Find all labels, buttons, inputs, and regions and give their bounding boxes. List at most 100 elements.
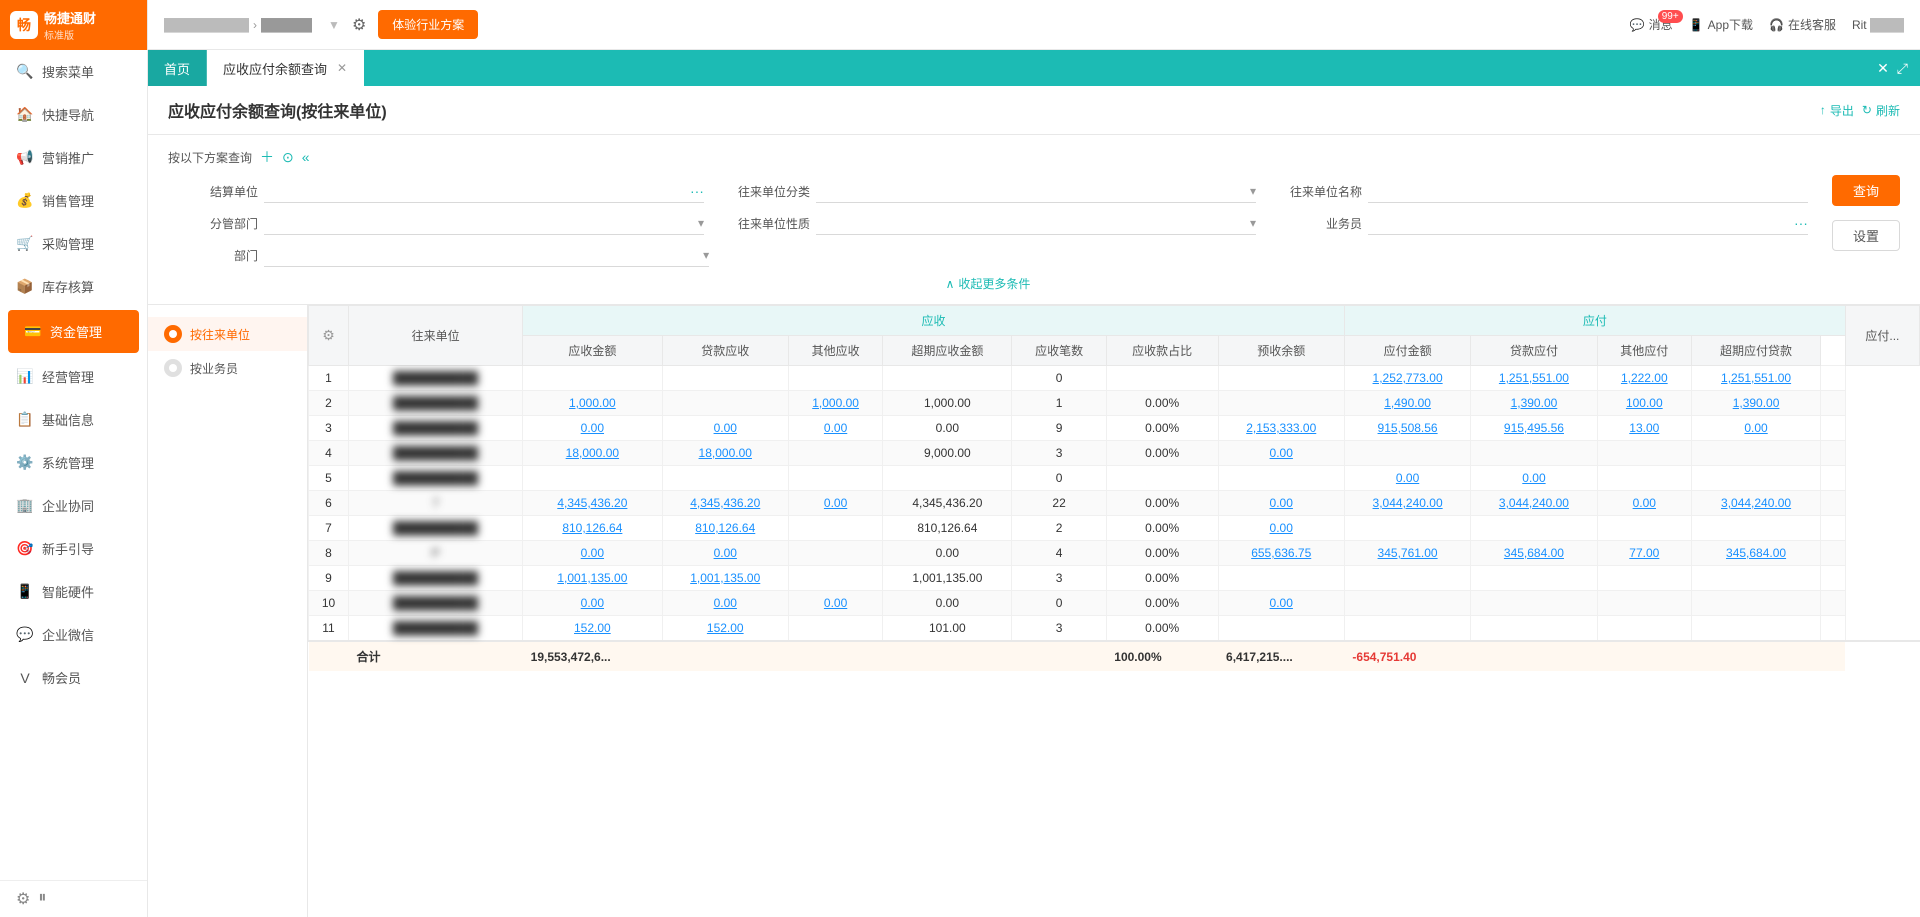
unit-category-input[interactable]: ▾ [816, 179, 1256, 203]
breadcrumb-chevron[interactable]: ▼ [328, 18, 340, 32]
gear-icon[interactable]: ⚙ [352, 15, 366, 35]
cell-overdue-ap[interactable]: 1,390.00 [1691, 391, 1820, 416]
tab-ar-ap[interactable]: 应收应付余额查询 ✕ [207, 50, 364, 86]
sidebar-item-newbie[interactable]: 🎯 新手引导 [0, 527, 147, 570]
cell-other-ap[interactable]: 0.00 [1597, 491, 1691, 516]
cell-other-ar[interactable]: 0.00 [788, 416, 882, 441]
cell-other-ap[interactable]: 77.00 [1597, 541, 1691, 566]
cell-other-ap[interactable]: 100.00 [1597, 391, 1691, 416]
salesman-input[interactable]: ··· [1368, 211, 1808, 235]
sidebar-item-base-info[interactable]: 📋 基础信息 [0, 398, 147, 441]
dept-input[interactable]: ▾ [264, 211, 704, 235]
footer-ar-amount[interactable]: 19,553,472,6... [523, 641, 662, 671]
sidebar-item-system[interactable]: ⚙️ 系统管理 [0, 441, 147, 484]
table-settings-icon[interactable]: ⚙ [322, 327, 335, 343]
cell-loan-ar[interactable]: 0.00 [662, 591, 788, 616]
cell-ap-amount[interactable]: 3,044,240.00 [1344, 491, 1470, 516]
settlement-unit-dots[interactable]: ··· [690, 183, 704, 199]
cell-loan-ar[interactable]: 1,001,135.00 [662, 566, 788, 591]
tab-home[interactable]: 首页 [148, 50, 207, 86]
online-service-button[interactable]: 🎧 在线客服 [1769, 16, 1836, 33]
cell-ap-amount[interactable]: 1,252,773.00 [1344, 366, 1470, 391]
cell-prepay[interactable]: 0.00 [1218, 441, 1344, 466]
query-button[interactable]: 查询 [1832, 175, 1900, 206]
cell-ar-amount[interactable]: 1,001,135.00 [523, 566, 662, 591]
cell-ar-amount[interactable]: 0.00 [523, 541, 662, 566]
cell-overdue-ap[interactable]: 345,684.00 [1691, 541, 1820, 566]
footer-prepay[interactable]: 6,417,215.... [1218, 641, 1344, 671]
cell-other-ar[interactable]: 0.00 [788, 591, 882, 616]
table-container[interactable]: ⚙ 往来单位 应收 应付 应付... 应收金额 贷款应收 其他应收 [308, 305, 1920, 917]
sidebar-item-marketing[interactable]: 📢 营销推广 [0, 136, 147, 179]
app-download-button[interactable]: 📱 App下载 [1689, 16, 1753, 33]
cell-prepay[interactable]: 0.00 [1218, 591, 1344, 616]
sidebar-item-quick-nav[interactable]: 🏠 快捷导航 [0, 93, 147, 136]
unit-name-input[interactable] [1368, 179, 1808, 203]
sidebar-item-sales[interactable]: 💰 销售管理 [0, 179, 147, 222]
maximize-button[interactable]: ⤢ [1897, 60, 1908, 77]
cell-ap-amount[interactable]: 1,490.00 [1344, 391, 1470, 416]
settlement-unit-input[interactable]: ··· [264, 179, 704, 203]
left-panel-item-by-unit[interactable]: 按往来单位 [148, 317, 307, 351]
cell-prepay[interactable]: 0.00 [1218, 516, 1344, 541]
cell-loan-ar[interactable]: 0.00 [662, 416, 788, 441]
th-settings[interactable]: ⚙ [309, 306, 349, 366]
settings-button[interactable]: 设置 [1832, 220, 1900, 251]
cell-loan-ap[interactable]: 3,044,240.00 [1471, 491, 1597, 516]
filter-target-button[interactable]: ⊙ [282, 149, 294, 166]
cell-ap-amount[interactable]: 915,508.56 [1344, 416, 1470, 441]
cell-loan-ap[interactable]: 915,495.56 [1471, 416, 1597, 441]
filter-collapse-button[interactable]: « [302, 149, 310, 165]
solution-button[interactable]: 体验行业方案 [378, 10, 478, 39]
refresh-button[interactable]: ↻ 刷新 [1862, 102, 1900, 119]
cell-ar-amount[interactable]: 152.00 [523, 616, 662, 642]
left-panel-item-by-salesman[interactable]: 按业务员 [148, 351, 307, 385]
cell-ar-amount[interactable]: 0.00 [523, 591, 662, 616]
department-input[interactable]: ▾ [264, 243, 709, 267]
salesman-dots[interactable]: ··· [1794, 215, 1808, 231]
cell-ar-amount[interactable]: 18,000.00 [523, 441, 662, 466]
tab-close-icon[interactable]: ✕ [337, 61, 347, 75]
cell-loan-ar[interactable]: 4,345,436.20 [662, 491, 788, 516]
cell-overdue-ap[interactable]: 3,044,240.00 [1691, 491, 1820, 516]
message-button[interactable]: 💬 消息 99+ [1630, 16, 1673, 33]
cell-loan-ar[interactable]: 152.00 [662, 616, 788, 642]
sidebar-item-vip[interactable]: V 畅会员 [0, 656, 147, 699]
cell-other-ap[interactable]: 1,222.00 [1597, 366, 1691, 391]
sidebar-item-enterprise[interactable]: 🏢 企业协同 [0, 484, 147, 527]
cell-prepay[interactable]: 0.00 [1218, 491, 1344, 516]
cell-ar-amount[interactable]: 4,345,436.20 [523, 491, 662, 516]
cell-loan-ar[interactable]: 0.00 [662, 541, 788, 566]
user-info[interactable]: Rit ████ [1852, 18, 1904, 32]
cell-ar-amount[interactable]: 1,000.00 [523, 391, 662, 416]
sidebar-item-purchase[interactable]: 🛒 采购管理 [0, 222, 147, 265]
collapse-sidebar-button[interactable]: ⏸ [38, 889, 46, 909]
cell-prepay[interactable]: 2,153,333.00 [1218, 416, 1344, 441]
close-tab-button[interactable]: ✕ [1877, 60, 1889, 77]
settings-bottom-button[interactable]: ⚙ [16, 889, 30, 909]
sidebar-item-smart-hw[interactable]: 📱 智能硬件 [0, 570, 147, 613]
cell-loan-ar[interactable]: 18,000.00 [662, 441, 788, 466]
cell-loan-ap[interactable]: 1,390.00 [1471, 391, 1597, 416]
filter-add-button[interactable]: ＋ [260, 147, 274, 167]
sidebar-item-wechat[interactable]: 💬 企业微信 [0, 613, 147, 656]
collapse-more-button[interactable]: ∧ 收起更多条件 [168, 275, 1808, 292]
cell-other-ar[interactable]: 0.00 [788, 491, 882, 516]
cell-ar-amount[interactable]: 0.00 [523, 416, 662, 441]
cell-loan-ap[interactable]: 0.00 [1471, 466, 1597, 491]
cell-loan-ap[interactable]: 1,251,551.00 [1471, 366, 1597, 391]
cell-other-ap[interactable]: 13.00 [1597, 416, 1691, 441]
export-button[interactable]: ↑ 导出 [1820, 102, 1854, 119]
cell-ap-amount[interactable]: 345,761.00 [1344, 541, 1470, 566]
cell-ar-amount[interactable]: 810,126.64 [523, 516, 662, 541]
cell-loan-ar[interactable]: 810,126.64 [662, 516, 788, 541]
sidebar-item-operation[interactable]: 📊 经营管理 [0, 355, 147, 398]
sidebar-item-finance[interactable]: 💳 资金管理 [8, 310, 139, 353]
sidebar-item-inventory[interactable]: 📦 库存核算 [0, 265, 147, 308]
cell-prepay[interactable]: 655,636.75 [1218, 541, 1344, 566]
sidebar-item-search-menu[interactable]: 🔍 搜索菜单 [0, 50, 147, 93]
cell-overdue-ap[interactable]: 0.00 [1691, 416, 1820, 441]
unit-nature-input[interactable]: ▾ [816, 211, 1256, 235]
cell-ap-amount[interactable]: 0.00 [1344, 466, 1470, 491]
cell-loan-ap[interactable]: 345,684.00 [1471, 541, 1597, 566]
